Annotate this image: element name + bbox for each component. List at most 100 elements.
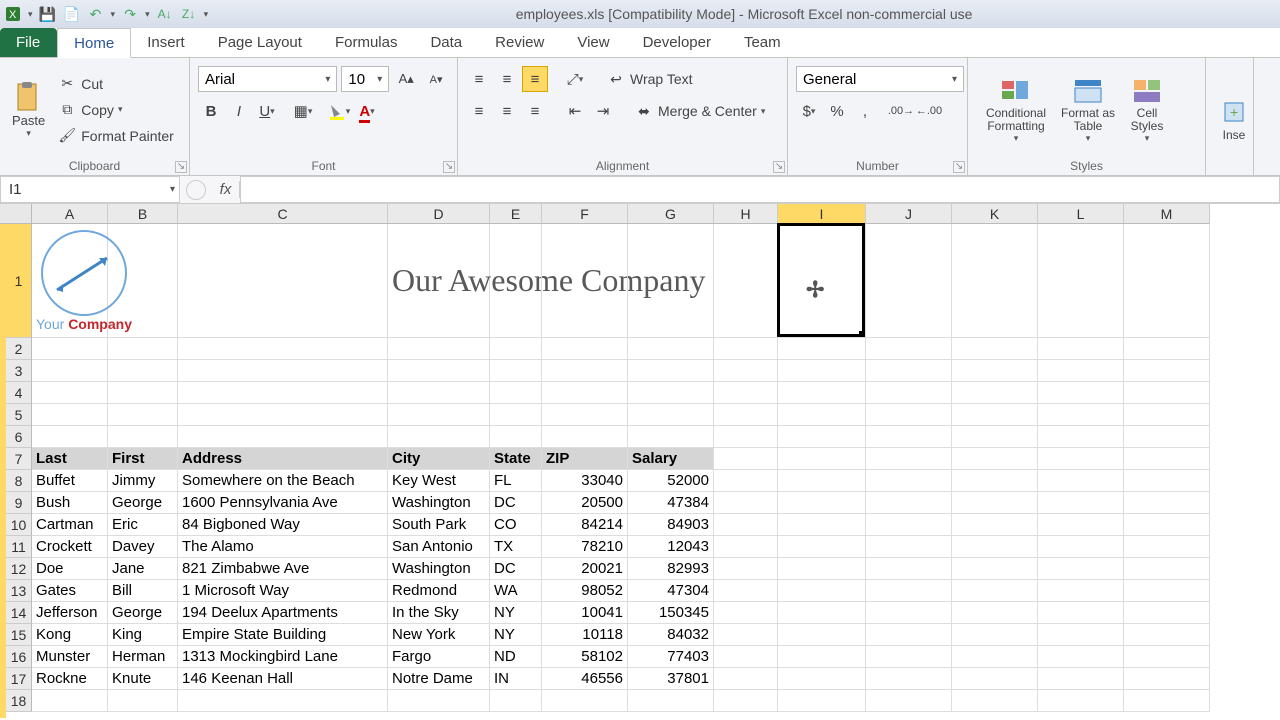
- cell-K8[interactable]: [952, 470, 1038, 492]
- cell-F18[interactable]: [542, 690, 628, 712]
- cell-G7[interactable]: Salary: [628, 448, 714, 470]
- tab-view[interactable]: View: [561, 28, 626, 57]
- cell-E8[interactable]: FL: [490, 470, 542, 492]
- cell-A2[interactable]: [32, 338, 108, 360]
- cell-H3[interactable]: [714, 360, 778, 382]
- cell-I16[interactable]: [778, 646, 866, 668]
- cell-A1[interactable]: Your Company: [32, 224, 108, 338]
- cell-F12[interactable]: 20021: [542, 558, 628, 580]
- cell-J6[interactable]: [866, 426, 952, 448]
- conditional-formatting-button[interactable]: Conditional Formatting▾: [976, 62, 1056, 157]
- cell-E12[interactable]: DC: [490, 558, 542, 580]
- cell-E9[interactable]: DC: [490, 492, 542, 514]
- cell-A8[interactable]: Buffet: [32, 470, 108, 492]
- cell-F16[interactable]: 58102: [542, 646, 628, 668]
- cell-J18[interactable]: [866, 690, 952, 712]
- font-color-button[interactable]: A▾: [354, 98, 380, 124]
- cell-D8[interactable]: Key West: [388, 470, 490, 492]
- cell-E7[interactable]: State: [490, 448, 542, 470]
- borders-button[interactable]: ▦▾: [290, 98, 316, 124]
- row-header-15[interactable]: 15: [6, 624, 32, 646]
- cell-K7[interactable]: [952, 448, 1038, 470]
- cell-D15[interactable]: New York: [388, 624, 490, 646]
- cell-K9[interactable]: [952, 492, 1038, 514]
- cell-F3[interactable]: [542, 360, 628, 382]
- clipboard-dialog-launcher[interactable]: ↘: [175, 161, 187, 173]
- cell-J3[interactable]: [866, 360, 952, 382]
- increase-decimal-button[interactable]: .00→: [888, 98, 914, 124]
- cell-D4[interactable]: [388, 382, 490, 404]
- comma-format-button[interactable]: ,: [852, 98, 878, 124]
- cell-K2[interactable]: [952, 338, 1038, 360]
- cell-B2[interactable]: [108, 338, 178, 360]
- copy-menu-icon[interactable]: ▾: [118, 104, 123, 115]
- cell-L15[interactable]: [1038, 624, 1124, 646]
- column-header-K[interactable]: K: [952, 204, 1038, 224]
- cell-B9[interactable]: George: [108, 492, 178, 514]
- tab-file[interactable]: File: [0, 28, 57, 57]
- cell-B13[interactable]: Bill: [108, 580, 178, 602]
- row-header-14[interactable]: 14: [6, 602, 32, 624]
- cell-M3[interactable]: [1124, 360, 1210, 382]
- cell-C14[interactable]: 194 Deelux Apartments: [178, 602, 388, 624]
- column-header-A[interactable]: A: [32, 204, 108, 224]
- row-header-2[interactable]: 2: [6, 338, 32, 360]
- cell-L7[interactable]: [1038, 448, 1124, 470]
- column-header-E[interactable]: E: [490, 204, 542, 224]
- cell-G16[interactable]: 77403: [628, 646, 714, 668]
- decrease-decimal-button[interactable]: ←.00: [916, 98, 942, 124]
- cell-I8[interactable]: [778, 470, 866, 492]
- cell-J1[interactable]: [866, 224, 952, 338]
- cell-L4[interactable]: [1038, 382, 1124, 404]
- cell-G12[interactable]: 82993: [628, 558, 714, 580]
- cell-D2[interactable]: [388, 338, 490, 360]
- cell-L6[interactable]: [1038, 426, 1124, 448]
- cell-D11[interactable]: San Antonio: [388, 536, 490, 558]
- cell-K15[interactable]: [952, 624, 1038, 646]
- cell-H16[interactable]: [714, 646, 778, 668]
- column-header-F[interactable]: F: [542, 204, 628, 224]
- cell-G4[interactable]: [628, 382, 714, 404]
- cell-H17[interactable]: [714, 668, 778, 690]
- alignment-dialog-launcher[interactable]: ↘: [773, 161, 785, 173]
- cell-I2[interactable]: [778, 338, 866, 360]
- cell-J2[interactable]: [866, 338, 952, 360]
- cell-I6[interactable]: [778, 426, 866, 448]
- cell-B12[interactable]: Jane: [108, 558, 178, 580]
- cell-I9[interactable]: [778, 492, 866, 514]
- accounting-format-button[interactable]: $▾: [796, 98, 822, 124]
- column-header-M[interactable]: M: [1124, 204, 1210, 224]
- cell-I15[interactable]: [778, 624, 866, 646]
- cell-G15[interactable]: 84032: [628, 624, 714, 646]
- row-header-11[interactable]: 11: [6, 536, 32, 558]
- row-header-13[interactable]: 13: [6, 580, 32, 602]
- cell-J8[interactable]: [866, 470, 952, 492]
- cell-J17[interactable]: [866, 668, 952, 690]
- cell-A3[interactable]: [32, 360, 108, 382]
- cell-F10[interactable]: 84214: [542, 514, 628, 536]
- select-all-corner[interactable]: [0, 204, 32, 224]
- row-header-4[interactable]: 4: [6, 382, 32, 404]
- align-center-icon[interactable]: ≡: [494, 98, 520, 124]
- cell-M17[interactable]: [1124, 668, 1210, 690]
- cell-F8[interactable]: 33040: [542, 470, 628, 492]
- cell-H12[interactable]: [714, 558, 778, 580]
- cell-B11[interactable]: Davey: [108, 536, 178, 558]
- cell-F1[interactable]: [542, 224, 628, 338]
- cell-I1[interactable]: [778, 224, 866, 338]
- cell-K17[interactable]: [952, 668, 1038, 690]
- align-middle-icon[interactable]: ≡: [494, 66, 520, 92]
- decrease-indent-icon[interactable]: ⇤: [562, 98, 588, 124]
- cell-D10[interactable]: South Park: [388, 514, 490, 536]
- align-top-icon[interactable]: ≡: [466, 66, 492, 92]
- fill-color-button[interactable]: ▾: [326, 98, 352, 124]
- cell-G17[interactable]: 37801: [628, 668, 714, 690]
- cell-D5[interactable]: [388, 404, 490, 426]
- orientation-button[interactable]: ⤢▾: [562, 66, 588, 92]
- italic-button[interactable]: I: [226, 98, 252, 124]
- cell-G8[interactable]: 52000: [628, 470, 714, 492]
- cell-E14[interactable]: NY: [490, 602, 542, 624]
- cell-M7[interactable]: [1124, 448, 1210, 470]
- cell-D3[interactable]: [388, 360, 490, 382]
- sort-asc-icon[interactable]: A↓: [156, 5, 174, 23]
